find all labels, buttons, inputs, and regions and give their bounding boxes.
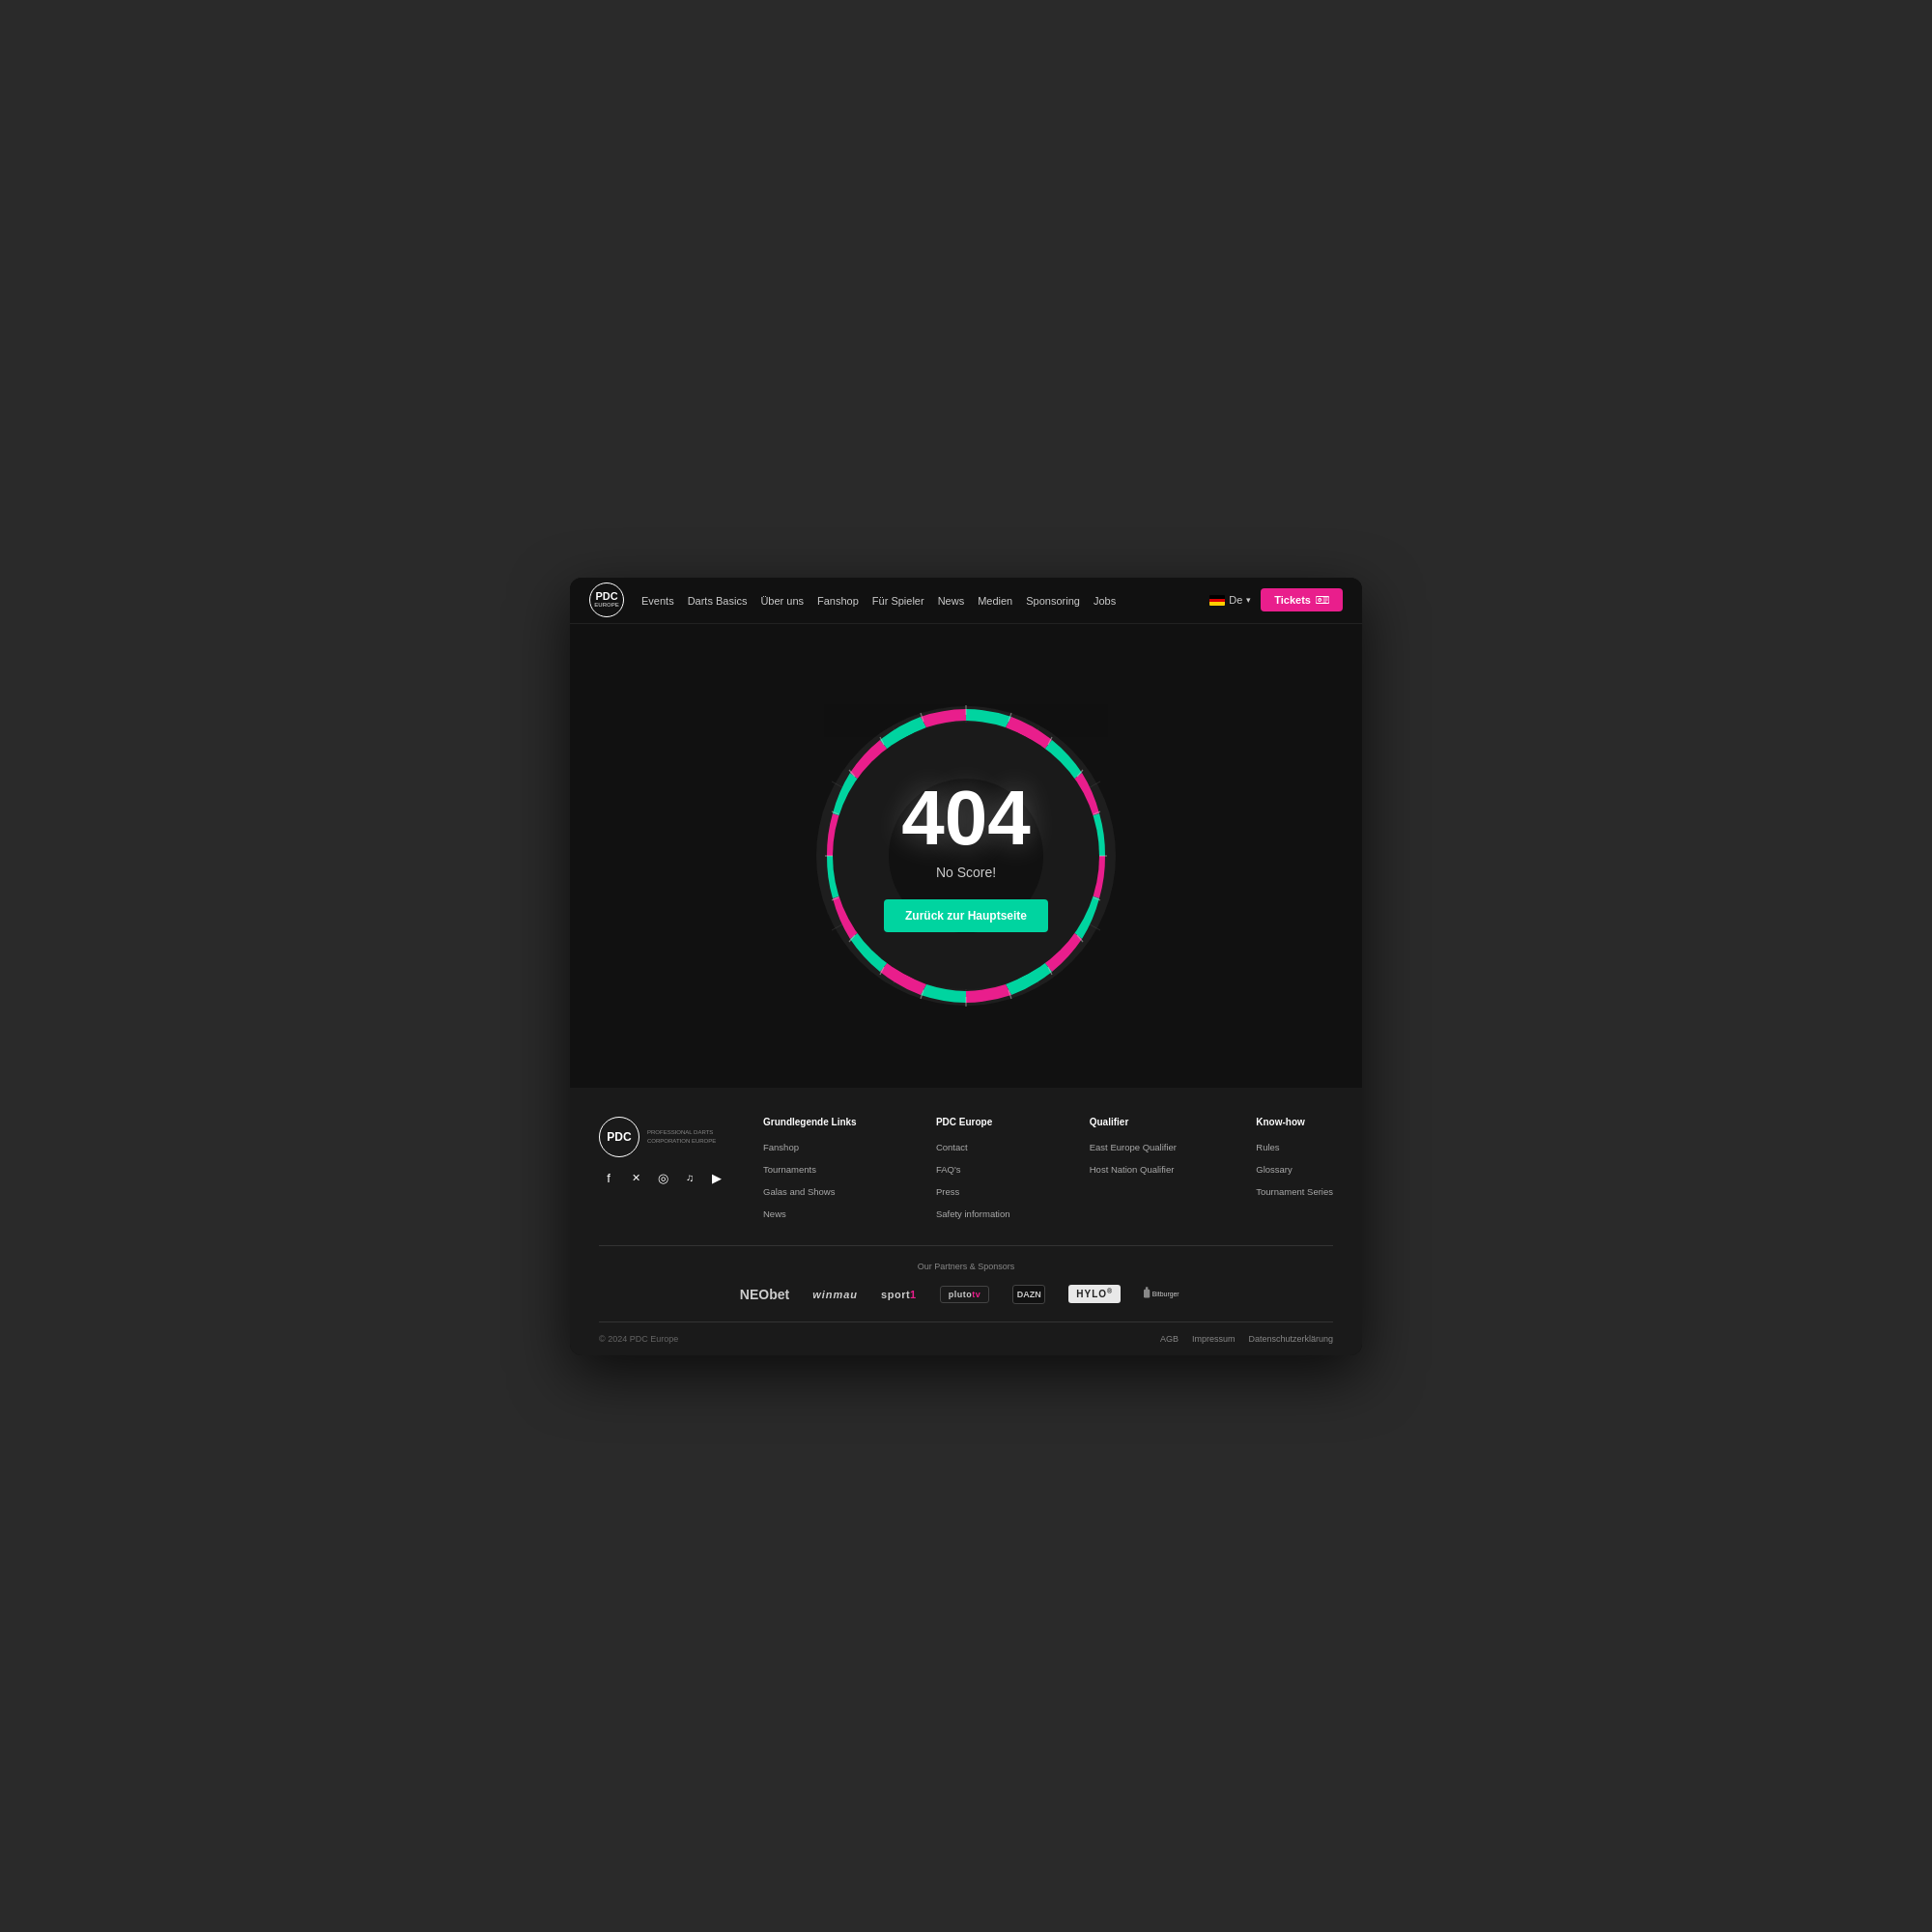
nav-sponsoring[interactable]: Sponsoring [1026, 595, 1080, 607]
main-content: 404 No Score! Zurück zur Hauptseite [570, 624, 1362, 1088]
footer-link-host-nation[interactable]: Host Nation Qualifier [1090, 1164, 1175, 1175]
footer-logo-box: PDC PROFESSIONAL DARTSCORPORATION EUROPE [599, 1117, 734, 1157]
footer-col-title-knowhow: Know-how [1256, 1117, 1333, 1127]
footer-logo-col: PDC PROFESSIONAL DARTSCORPORATION EUROPE… [599, 1117, 734, 1226]
footer: PDC PROFESSIONAL DARTSCORPORATION EUROPE… [570, 1088, 1362, 1355]
sponsor-winmau[interactable]: winmau [812, 1289, 858, 1300]
footer-col-title-qualifier: Qualifier [1090, 1117, 1177, 1127]
footer-link-safety[interactable]: Safety information [936, 1208, 1010, 1219]
youtube-icon[interactable]: ▶ [707, 1171, 726, 1185]
sponsor-neobet[interactable]: NEObet [740, 1287, 789, 1302]
footer-link-press[interactable]: Press [936, 1186, 959, 1197]
footer-link-glossary[interactable]: Glossary [1256, 1164, 1292, 1175]
tickets-button[interactable]: Tickets [1261, 588, 1343, 611]
footer-legal-agb[interactable]: AGB [1160, 1334, 1179, 1344]
footer-link-news[interactable]: News [763, 1208, 786, 1219]
footer-link-tournaments[interactable]: Tournaments [763, 1164, 816, 1175]
footer-link-galas[interactable]: Galas and Shows [763, 1186, 835, 1197]
error-center: 404 No Score! Zurück zur Hauptseite [884, 780, 1048, 932]
footer-col-grundlegende: Grundlegende Links Fanshop Tournaments G… [763, 1117, 857, 1226]
sponsor-sport1[interactable]: sport1 [881, 1289, 917, 1300]
sponsor-hylo[interactable]: HYLO® [1068, 1285, 1121, 1302]
footer-link-contact[interactable]: Contact [936, 1142, 968, 1152]
logo-subtext: EUROPE [594, 602, 618, 609]
navbar-right: De ▾ Tickets [1209, 588, 1343, 611]
lang-label: De [1229, 594, 1242, 606]
bitburger-logo-svg: Bitburger [1144, 1283, 1192, 1304]
nav-fanshop[interactable]: Fanshop [817, 595, 859, 607]
browser-window: PDC EUROPE Events Darts Basics Über uns … [570, 578, 1362, 1355]
dartboard-container: 404 No Score! Zurück zur Hauptseite [802, 692, 1130, 1020]
footer-col-links-knowhow: Rules Glossary Tournament Series [1256, 1137, 1333, 1199]
sponsors-title: Our Partners & Sponsors [599, 1262, 1333, 1271]
sponsor-plutotv[interactable]: plutotv [940, 1286, 990, 1303]
facebook-icon[interactable]: f [599, 1171, 618, 1185]
nav-darts-basics[interactable]: Darts Basics [688, 595, 748, 607]
footer-legal-impressum[interactable]: Impressum [1192, 1334, 1236, 1344]
footer-link-east-europe[interactable]: East Europe Qualifier [1090, 1142, 1177, 1152]
footer-col-pdc-europe: PDC Europe Contact FAQ's Press Safety in… [936, 1117, 1010, 1226]
footer-top: PDC PROFESSIONAL DARTSCORPORATION EUROPE… [599, 1117, 1333, 1245]
footer-bottom: © 2024 PDC Europe AGB Impressum Datensch… [599, 1321, 1333, 1355]
svg-point-1 [1319, 599, 1321, 602]
footer-cols: Grundlegende Links Fanshop Tournaments G… [763, 1117, 1333, 1226]
footer-col-links-pdc: Contact FAQ's Press Safety information [936, 1137, 1010, 1221]
social-icons: f ✕ ◎ ♫ ▶ [599, 1171, 734, 1185]
footer-link-tournament-series[interactable]: Tournament Series [1256, 1186, 1333, 1197]
copyright: © 2024 PDC Europe [599, 1334, 678, 1344]
svg-text:Bitburger: Bitburger [1152, 1291, 1180, 1298]
nav-news[interactable]: News [938, 595, 965, 607]
footer-link-faq[interactable]: FAQ's [936, 1164, 961, 1175]
footer-col-title-grundlegende: Grundlegende Links [763, 1117, 857, 1127]
footer-logo-text: PROFESSIONAL DARTSCORPORATION EUROPE [647, 1128, 716, 1145]
sponsors-logos: NEObet winmau sport1 plutotv DAZN HYLO® … [599, 1283, 1333, 1306]
flag-icon [1209, 595, 1225, 606]
footer-logo-icon: PDC [599, 1117, 639, 1157]
footer-legal-datenschutz[interactable]: Datenschutzerklärung [1248, 1334, 1333, 1344]
navbar: PDC EUROPE Events Darts Basics Über uns … [570, 578, 1362, 624]
footer-legal: AGB Impressum Datenschutzerklärung [1160, 1334, 1333, 1344]
error-code: 404 [884, 780, 1048, 857]
navbar-left: PDC EUROPE Events Darts Basics Über uns … [589, 582, 1116, 617]
home-button[interactable]: Zurück zur Hauptseite [884, 899, 1048, 932]
footer-col-links-qualifier: East Europe Qualifier Host Nation Qualif… [1090, 1137, 1177, 1177]
nav-ueber-uns[interactable]: Über uns [760, 595, 804, 607]
chevron-down-icon: ▾ [1246, 595, 1251, 605]
error-subtitle: No Score! [884, 865, 1048, 880]
logo-icon: PDC EUROPE [589, 582, 624, 617]
nav-links: Events Darts Basics Über uns Fanshop Für… [641, 591, 1116, 609]
nav-jobs[interactable]: Jobs [1094, 595, 1116, 607]
svg-rect-43 [1146, 1287, 1149, 1290]
footer-col-know-how: Know-how Rules Glossary Tournament Serie… [1256, 1117, 1333, 1226]
nav-medien[interactable]: Medien [978, 595, 1012, 607]
nav-events[interactable]: Events [641, 595, 674, 607]
logo-area[interactable]: PDC EUROPE [589, 582, 624, 617]
svg-rect-42 [1144, 1289, 1150, 1297]
footer-col-qualifier: Qualifier East Europe Qualifier Host Nat… [1090, 1117, 1177, 1226]
footer-col-title-pdc: PDC Europe [936, 1117, 1010, 1127]
ticket-icon [1316, 595, 1329, 605]
footer-link-rules[interactable]: Rules [1256, 1142, 1279, 1152]
tickets-label: Tickets [1274, 594, 1311, 606]
instagram-icon[interactable]: ◎ [653, 1171, 672, 1185]
twitter-x-icon[interactable]: ✕ [626, 1172, 645, 1184]
footer-col-links-grundlegende: Fanshop Tournaments Galas and Shows News [763, 1137, 857, 1221]
sponsor-bitburger[interactable]: Bitburger [1144, 1283, 1192, 1306]
footer-link-fanshop[interactable]: Fanshop [763, 1142, 799, 1152]
language-selector[interactable]: De ▾ [1209, 594, 1251, 606]
sponsor-dazn[interactable]: DAZN [1012, 1285, 1045, 1304]
tiktok-icon[interactable]: ♫ [680, 1172, 699, 1183]
footer-sponsors: Our Partners & Sponsors NEObet winmau sp… [599, 1245, 1333, 1321]
nav-fuer-spieler[interactable]: Für Spieler [872, 595, 924, 607]
